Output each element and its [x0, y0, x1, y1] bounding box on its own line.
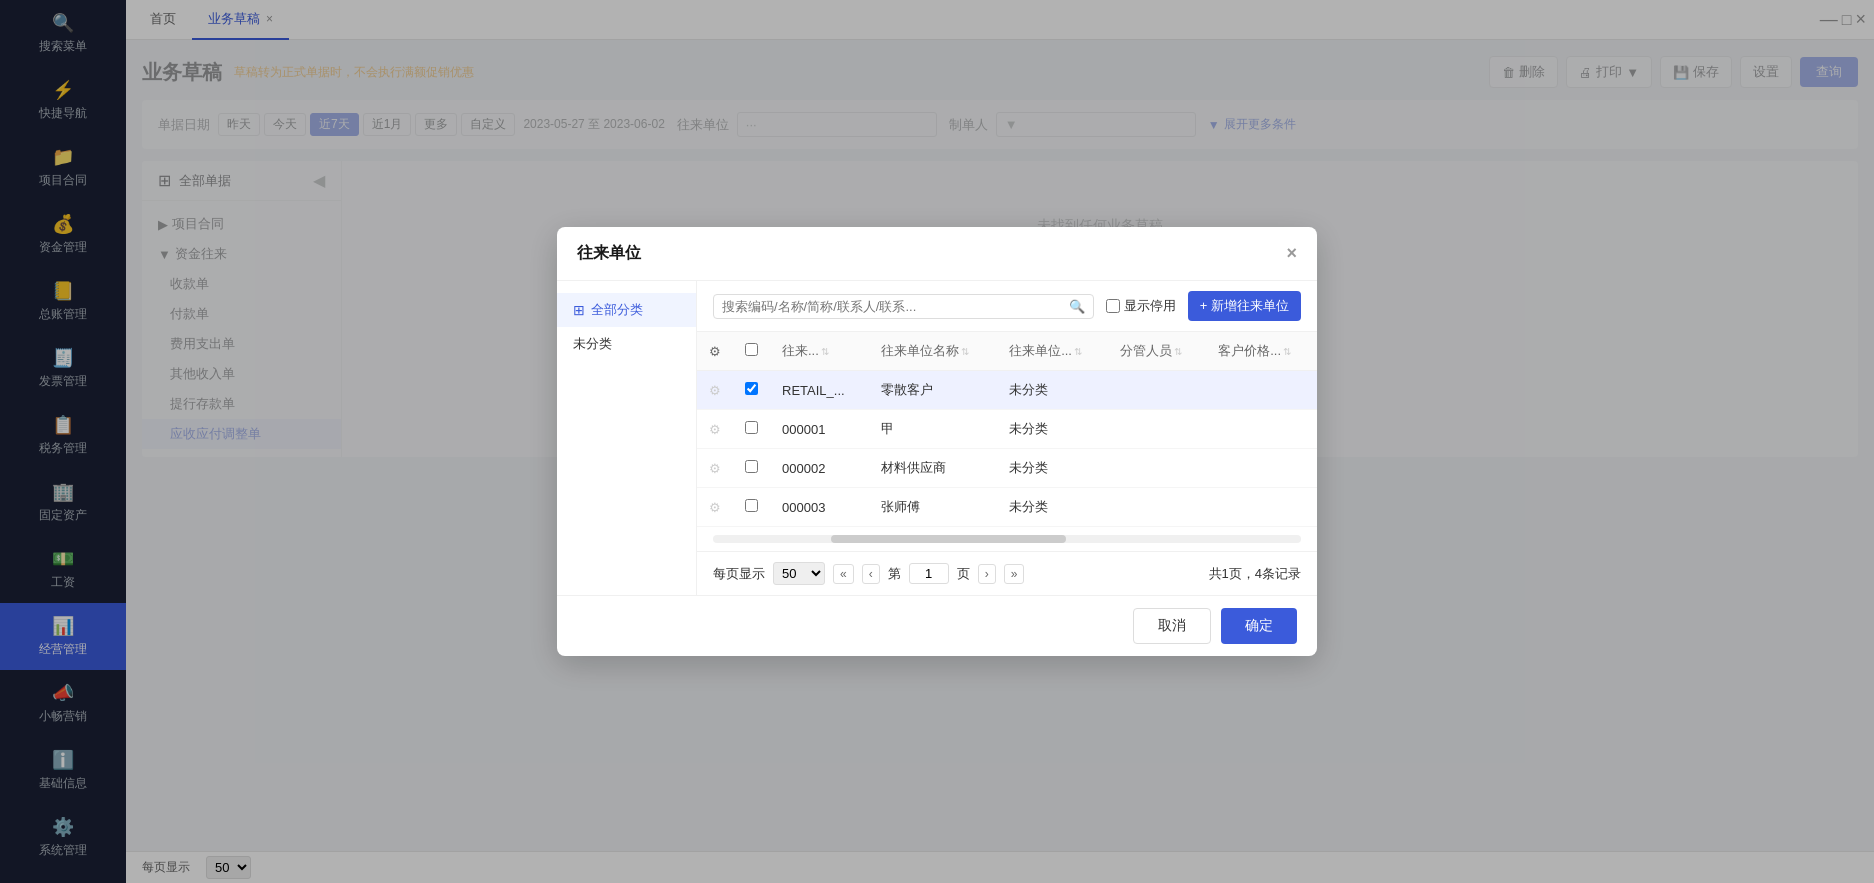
row-settings-cell: ⚙ [697, 371, 733, 410]
th-code[interactable]: 往来...⇅ [770, 332, 869, 371]
row-category-cell: 未分类 [997, 410, 1108, 449]
row-price-cell [1206, 488, 1317, 527]
th-checkbox[interactable] [733, 332, 770, 371]
search-input[interactable] [722, 299, 1063, 314]
show-disabled-label: 显示停用 [1106, 297, 1176, 315]
table-header-row: ⚙ 往来...⇅ 往来单位名称⇅ 往来单位...⇅ [697, 332, 1317, 371]
row-code-cell: 000002 [770, 449, 869, 488]
row-name-cell: 张师傅 [869, 488, 997, 527]
row-price-cell [1206, 371, 1317, 410]
table-row[interactable]: ⚙ 000003 张师傅 未分类 [697, 488, 1317, 527]
dialog-header: 往来单位 × [557, 227, 1317, 281]
dialog-close-btn[interactable]: × [1286, 243, 1297, 264]
dialog-actions: 取消 确定 [557, 595, 1317, 656]
row-price-cell [1206, 410, 1317, 449]
row-checkbox-cell[interactable] [733, 488, 770, 527]
table-row[interactable]: ⚙ 000001 甲 未分类 [697, 410, 1317, 449]
dialog-title: 往来单位 [577, 243, 641, 264]
per-page-select[interactable]: 50 100 [773, 562, 825, 585]
search-box: 🔍 [713, 294, 1094, 319]
dialog-sidebar: ⊞ 全部分类 未分类 [557, 281, 697, 595]
cancel-btn[interactable]: 取消 [1133, 608, 1211, 644]
sort-icon-cat: ⇅ [1074, 346, 1082, 357]
main-area: 首页 业务草稿 × — □ × 业务草稿 草稿转为正式单据时，不会执行满额促销优… [126, 0, 1874, 883]
add-new-partner-btn[interactable]: + 新增往来单位 [1188, 291, 1301, 321]
row-checkbox-cell[interactable] [733, 449, 770, 488]
th-category[interactable]: 往来单位...⇅ [997, 332, 1108, 371]
row-code-cell: RETAIL_... [770, 371, 869, 410]
sort-icon-code: ⇅ [821, 346, 829, 357]
select-all-checkbox[interactable] [745, 343, 758, 356]
th-settings[interactable]: ⚙ [697, 332, 733, 371]
per-page-label: 每页显示 [713, 565, 765, 583]
show-disabled-checkbox[interactable] [1106, 299, 1120, 313]
row-checkbox[interactable] [745, 460, 758, 473]
pagination-total: 共1页，4条记录 [1209, 565, 1301, 583]
dialog-table: ⚙ 往来...⇅ 往来单位名称⇅ 往来单位...⇅ [697, 332, 1317, 527]
row-manager-cell [1108, 371, 1206, 410]
scrollbar-thumb [831, 535, 1066, 543]
sort-icon-name: ⇅ [961, 346, 969, 357]
th-name[interactable]: 往来单位名称⇅ [869, 332, 997, 371]
page-label: 第 [888, 565, 901, 583]
partner-dialog: 往来单位 × ⊞ 全部分类 未分类 [557, 227, 1317, 656]
dialog-toolbar: 🔍 显示停用 + 新增往来单位 [697, 281, 1317, 332]
row-checkbox[interactable] [745, 421, 758, 434]
page-suffix: 页 [957, 565, 970, 583]
first-page-btn[interactable]: « [833, 564, 854, 584]
sort-icon-mgr: ⇅ [1174, 346, 1182, 357]
pagination-bar: 每页显示 50 100 « ‹ 第 页 › » 共1页，4条记录 [697, 551, 1317, 595]
table-row[interactable]: ⚙ 000002 材料供应商 未分类 [697, 449, 1317, 488]
row-settings-cell: ⚙ [697, 488, 733, 527]
table-row[interactable]: ⚙ RETAIL_... 零散客户 未分类 [697, 371, 1317, 410]
overlay: 往来单位 × ⊞ 全部分类 未分类 [126, 0, 1874, 883]
th-manager[interactable]: 分管人员⇅ [1108, 332, 1206, 371]
partner-table: ⚙ 往来...⇅ 往来单位名称⇅ 往来单位...⇅ [697, 332, 1317, 527]
row-manager-cell [1108, 488, 1206, 527]
search-icon: 🔍 [1069, 299, 1085, 314]
row-checkbox[interactable] [745, 499, 758, 512]
row-manager-cell [1108, 449, 1206, 488]
dialog-sidebar-uncat[interactable]: 未分类 [557, 327, 696, 361]
row-name-cell: 零散客户 [869, 371, 997, 410]
page-input[interactable] [909, 563, 949, 584]
th-price[interactable]: 客户价格...⇅ [1206, 332, 1317, 371]
horizontal-scrollbar[interactable] [713, 535, 1301, 543]
confirm-btn[interactable]: 确定 [1221, 608, 1297, 644]
row-code-cell: 000003 [770, 488, 869, 527]
next-page-btn[interactable]: › [978, 564, 996, 584]
dialog-main: 🔍 显示停用 + 新增往来单位 ⚙ [697, 281, 1317, 595]
dialog-sidebar-all[interactable]: ⊞ 全部分类 [557, 293, 696, 327]
row-name-cell: 材料供应商 [869, 449, 997, 488]
dialog-body: ⊞ 全部分类 未分类 🔍 [557, 281, 1317, 595]
row-settings-cell: ⚙ [697, 449, 733, 488]
row-category-cell: 未分类 [997, 488, 1108, 527]
row-name-cell: 甲 [869, 410, 997, 449]
row-checkbox-cell[interactable] [733, 410, 770, 449]
row-category-cell: 未分类 [997, 449, 1108, 488]
row-manager-cell [1108, 410, 1206, 449]
last-page-btn[interactable]: » [1004, 564, 1025, 584]
row-checkbox[interactable] [745, 382, 758, 395]
row-category-cell: 未分类 [997, 371, 1108, 410]
row-settings-cell: ⚙ [697, 410, 733, 449]
sort-icon-price: ⇅ [1283, 346, 1291, 357]
row-price-cell [1206, 449, 1317, 488]
grid-category-icon: ⊞ [573, 302, 585, 318]
prev-page-btn[interactable]: ‹ [862, 564, 880, 584]
row-code-cell: 000001 [770, 410, 869, 449]
row-checkbox-cell[interactable] [733, 371, 770, 410]
